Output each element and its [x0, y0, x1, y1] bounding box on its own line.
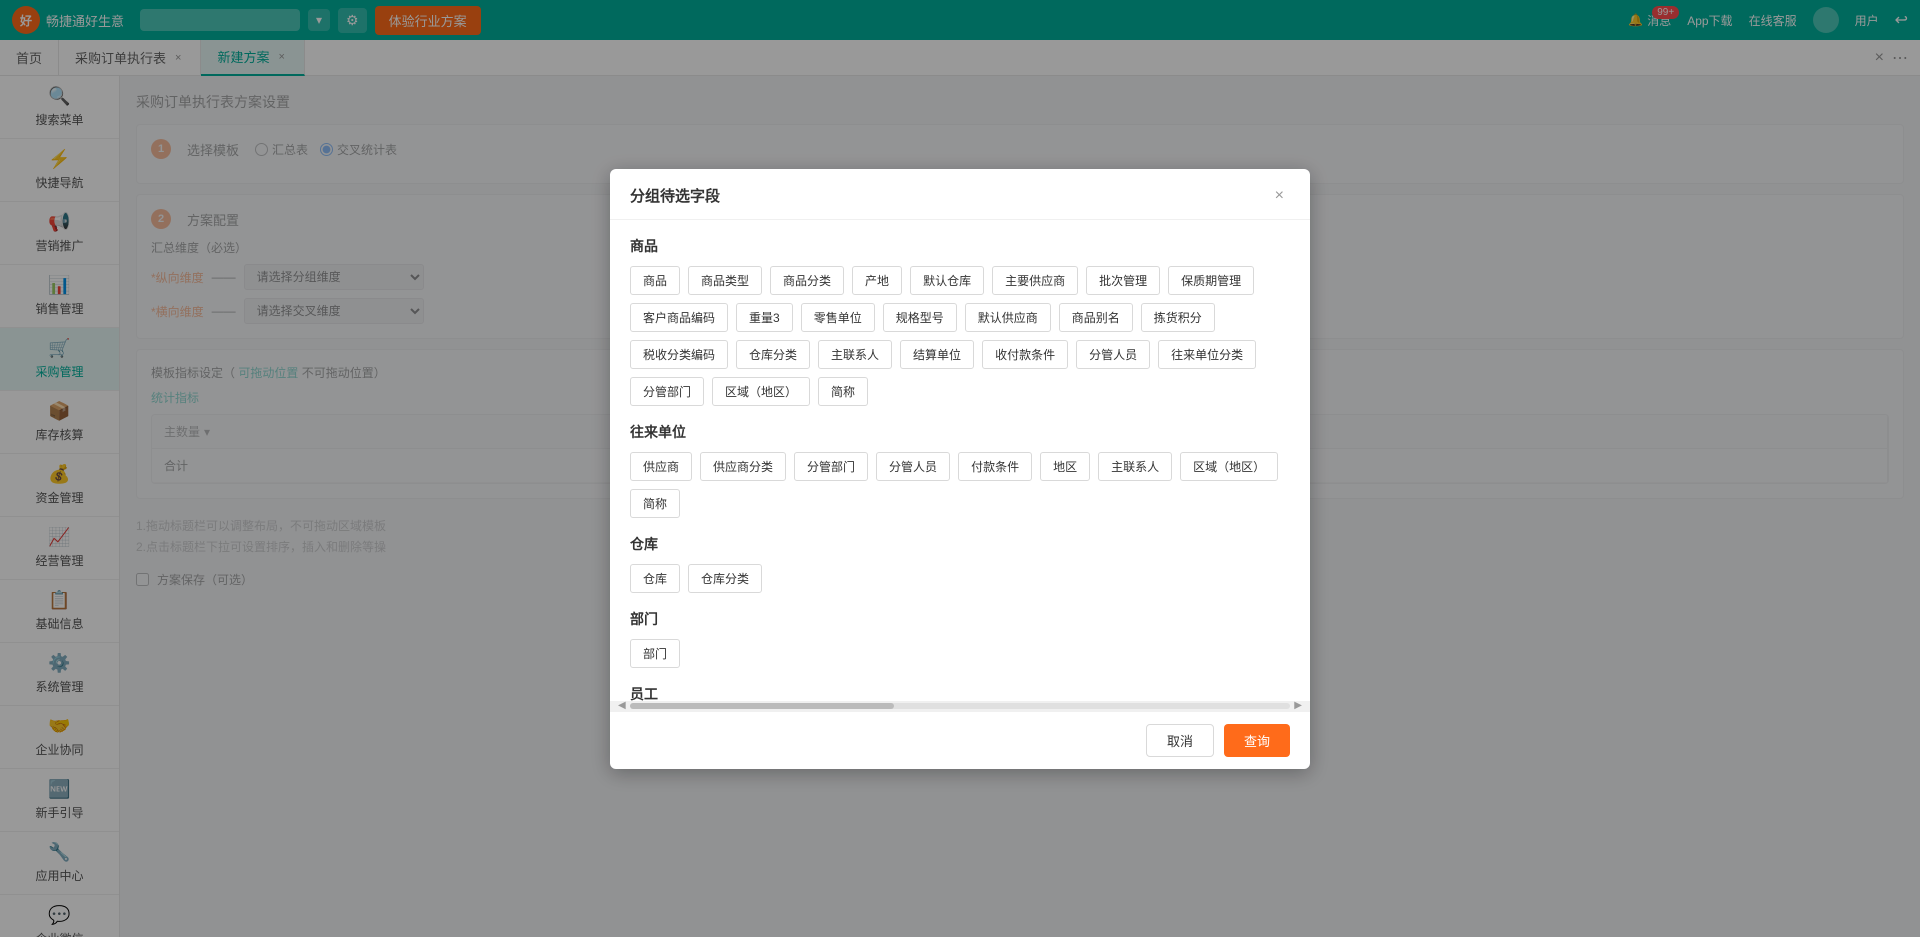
field-tag-0-2[interactable]: 商品分类	[770, 266, 844, 295]
field-group-4: 员工业务员	[630, 684, 1290, 701]
field-tag-1-1[interactable]: 供应商分类	[700, 452, 786, 481]
field-group-title-1: 往来单位	[630, 422, 1290, 442]
field-tag-0-24[interactable]: 简称	[818, 377, 868, 406]
field-tag-3-0[interactable]: 部门	[630, 639, 680, 668]
scroll-left-arrow[interactable]: ◀	[618, 700, 626, 711]
field-tags-0: 商品商品类型商品分类产地默认仓库主要供应商批次管理保质期管理客户商品编码重量3 零…	[630, 266, 1290, 406]
field-tag-1-4[interactable]: 付款条件	[958, 452, 1032, 481]
field-tag-0-8[interactable]: 客户商品编码	[630, 303, 728, 332]
hscroll-track	[630, 703, 1291, 709]
field-tag-2-1[interactable]: 仓库分类	[688, 564, 762, 593]
field-tag-0-9[interactable]: 重量3	[736, 303, 793, 332]
field-tag-1-8[interactable]: 简称	[630, 489, 680, 518]
field-tag-0-22[interactable]: 分管部门	[630, 377, 704, 406]
field-tag-0-11[interactable]: 规格型号	[883, 303, 957, 332]
modal-close-button[interactable]: ×	[1269, 185, 1290, 207]
field-tag-0-4[interactable]: 默认仓库	[910, 266, 984, 295]
field-group-3: 部门部门	[630, 609, 1290, 668]
field-tag-2-0[interactable]: 仓库	[630, 564, 680, 593]
field-tag-0-12[interactable]: 默认供应商	[965, 303, 1051, 332]
field-tag-0-20[interactable]: 分管人员	[1076, 340, 1150, 369]
field-group-title-2: 仓库	[630, 534, 1290, 554]
field-tag-0-1[interactable]: 商品类型	[688, 266, 762, 295]
modal-horizontal-scrollbar[interactable]: ◀ ▶	[610, 701, 1310, 711]
field-tag-0-18[interactable]: 结算单位	[900, 340, 974, 369]
field-tag-0-13[interactable]: 商品别名	[1059, 303, 1133, 332]
modal-title: 分组待选字段	[630, 185, 720, 206]
scroll-right-arrow[interactable]: ▶	[1294, 700, 1302, 711]
field-tag-0-3[interactable]: 产地	[852, 266, 902, 295]
field-tags-1: 供应商供应商分类分管部门分管人员付款条件地区主联系人区域（地区） 简称	[630, 452, 1290, 518]
field-group-title-0: 商品	[630, 236, 1290, 256]
modal-body: 商品商品商品类型商品分类产地默认仓库主要供应商批次管理保质期管理客户商品编码重量…	[610, 220, 1310, 701]
field-tag-0-16[interactable]: 仓库分类	[736, 340, 810, 369]
field-tag-0-14[interactable]: 拣货积分	[1141, 303, 1215, 332]
field-group-title-3: 部门	[630, 609, 1290, 629]
field-tag-1-2[interactable]: 分管部门	[794, 452, 868, 481]
field-tag-1-6[interactable]: 主联系人	[1098, 452, 1172, 481]
field-tag-0-23[interactable]: 区域（地区）	[712, 377, 810, 406]
field-tag-0-19[interactable]: 收付款条件	[982, 340, 1068, 369]
field-group-title-4: 员工	[630, 684, 1290, 701]
field-tag-1-3[interactable]: 分管人员	[876, 452, 950, 481]
field-tag-0-21[interactable]: 往来单位分类	[1158, 340, 1256, 369]
field-tag-1-5[interactable]: 地区	[1040, 452, 1090, 481]
field-tag-0-0[interactable]: 商品	[630, 266, 680, 295]
field-tags-2: 仓库仓库分类	[630, 564, 1290, 593]
field-group-1: 往来单位供应商供应商分类分管部门分管人员付款条件地区主联系人区域（地区） 简称	[630, 422, 1290, 518]
modal-dialog: 分组待选字段 × 商品商品商品类型商品分类产地默认仓库主要供应商批次管理保质期管…	[610, 169, 1310, 769]
cancel-button[interactable]: 取消	[1146, 724, 1214, 757]
field-tag-0-5[interactable]: 主要供应商	[992, 266, 1078, 295]
field-tag-1-7[interactable]: 区域（地区）	[1180, 452, 1278, 481]
modal-footer: 取消 查询	[610, 711, 1310, 769]
field-tag-0-10[interactable]: 零售单位	[801, 303, 875, 332]
field-tag-0-15[interactable]: 税收分类编码	[630, 340, 728, 369]
field-group-2: 仓库仓库仓库分类	[630, 534, 1290, 593]
modal-header: 分组待选字段 ×	[610, 169, 1310, 220]
field-tag-0-7[interactable]: 保质期管理	[1168, 266, 1254, 295]
field-group-0: 商品商品商品类型商品分类产地默认仓库主要供应商批次管理保质期管理客户商品编码重量…	[630, 236, 1290, 406]
field-tags-3: 部门	[630, 639, 1290, 668]
field-tag-0-6[interactable]: 批次管理	[1086, 266, 1160, 295]
field-tag-1-0[interactable]: 供应商	[630, 452, 692, 481]
field-tag-0-17[interactable]: 主联系人	[818, 340, 892, 369]
confirm-button[interactable]: 查询	[1224, 724, 1290, 757]
hscroll-thumb[interactable]	[630, 703, 894, 709]
